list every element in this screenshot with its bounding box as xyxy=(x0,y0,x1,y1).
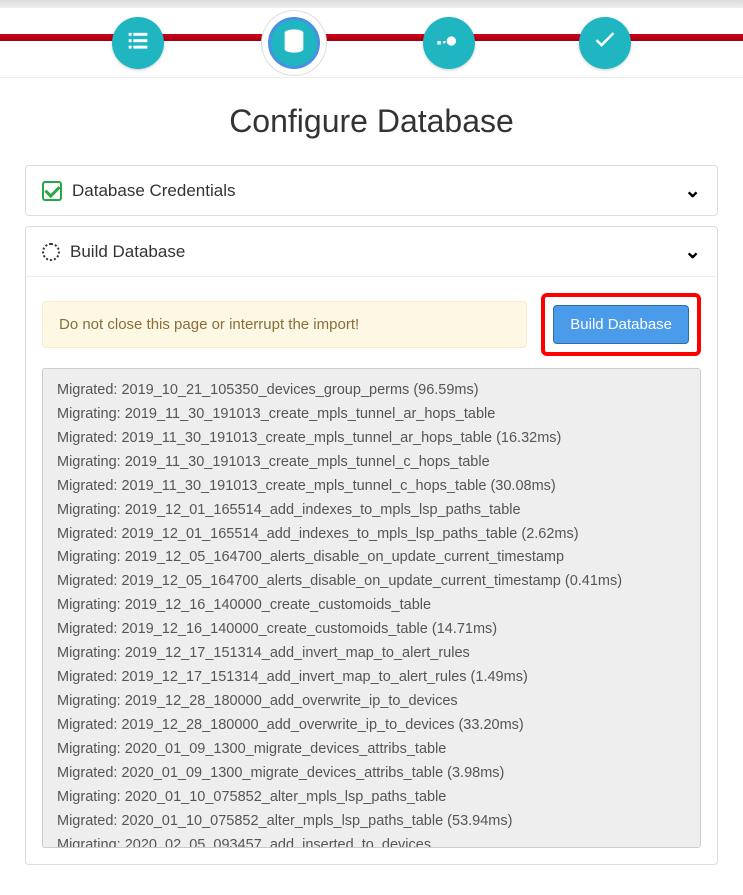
log-line: Migrated: 2019_12_01_165514_add_indexes_… xyxy=(57,523,686,547)
log-line: Migrated: 2020_01_09_1300_migrate_device… xyxy=(57,762,686,786)
check-icon xyxy=(591,27,619,60)
panel-title: Build Database xyxy=(70,242,185,262)
spinner-icon xyxy=(42,243,60,261)
log-line: Migrating: 2020_01_10_075852_alter_mpls_… xyxy=(57,786,686,810)
page-title: Configure Database xyxy=(0,103,743,140)
step-2[interactable] xyxy=(268,17,320,69)
log-line: Migrating: 2020_02_05_093457_add_inserte… xyxy=(57,834,686,848)
step-1[interactable] xyxy=(112,17,164,69)
log-line: Migrated: 2020_01_10_075852_alter_mpls_l… xyxy=(57,810,686,834)
panel-build: Build Database ⌄ Do not close this page … xyxy=(25,226,718,865)
migration-log[interactable]: Migrated: 2019_10_21_105350_devices_grou… xyxy=(42,368,701,848)
log-line: Migrated: 2019_12_17_151314_add_invert_m… xyxy=(57,666,686,690)
panel-credentials: Database Credentials ⌄ xyxy=(25,165,718,216)
log-line: Migrated: 2019_12_05_164700_alerts_disab… xyxy=(57,570,686,594)
log-line: Migrating: 2019_11_30_191013_create_mpls… xyxy=(57,403,686,427)
panel-build-body: Do not close this page or interrupt the … xyxy=(26,276,717,864)
list-icon xyxy=(124,27,152,60)
panel-credentials-header[interactable]: Database Credentials ⌄ xyxy=(26,166,717,215)
log-line: Migrated: 2019_12_28_180000_add_overwrit… xyxy=(57,714,686,738)
panel-title: Database Credentials xyxy=(72,181,235,201)
log-line: Migrated: 2019_12_16_140000_create_custo… xyxy=(57,618,686,642)
log-line: Migrating: 2019_11_30_191013_create_mpls… xyxy=(57,451,686,475)
chevron-down-icon: ⌄ xyxy=(684,239,701,264)
log-line: Migrated: 2019_11_30_191013_create_mpls_… xyxy=(57,475,686,499)
log-line: Migrated: 2019_10_21_105350_devices_grou… xyxy=(57,379,686,403)
log-line: Migrating: 2019_12_05_164700_alerts_disa… xyxy=(57,546,686,570)
alert-warning: Do not close this page or interrupt the … xyxy=(42,301,527,348)
key-icon xyxy=(435,27,463,60)
checkbox-checked-icon xyxy=(42,181,62,201)
log-line: Migrated: 2019_11_30_191013_create_mpls_… xyxy=(57,427,686,451)
log-line: Migrating: 2019_12_28_180000_add_overwri… xyxy=(57,690,686,714)
top-band xyxy=(0,0,743,8)
log-line: Migrating: 2019_12_16_140000_create_cust… xyxy=(57,594,686,618)
step-3[interactable] xyxy=(423,17,475,69)
chevron-down-icon: ⌄ xyxy=(684,178,701,203)
panel-build-header[interactable]: Build Database ⌄ xyxy=(26,227,717,276)
build-button-highlight: Build Database xyxy=(541,293,701,356)
log-line: Migrating: 2019_12_01_165514_add_indexes… xyxy=(57,499,686,523)
log-line: Migrating: 2019_12_17_151314_add_invert_… xyxy=(57,642,686,666)
stepper xyxy=(0,8,743,78)
build-database-button[interactable]: Build Database xyxy=(553,305,689,344)
log-line: Migrating: 2020_01_09_1300_migrate_devic… xyxy=(57,738,686,762)
database-icon xyxy=(280,27,308,60)
step-4[interactable] xyxy=(579,17,631,69)
